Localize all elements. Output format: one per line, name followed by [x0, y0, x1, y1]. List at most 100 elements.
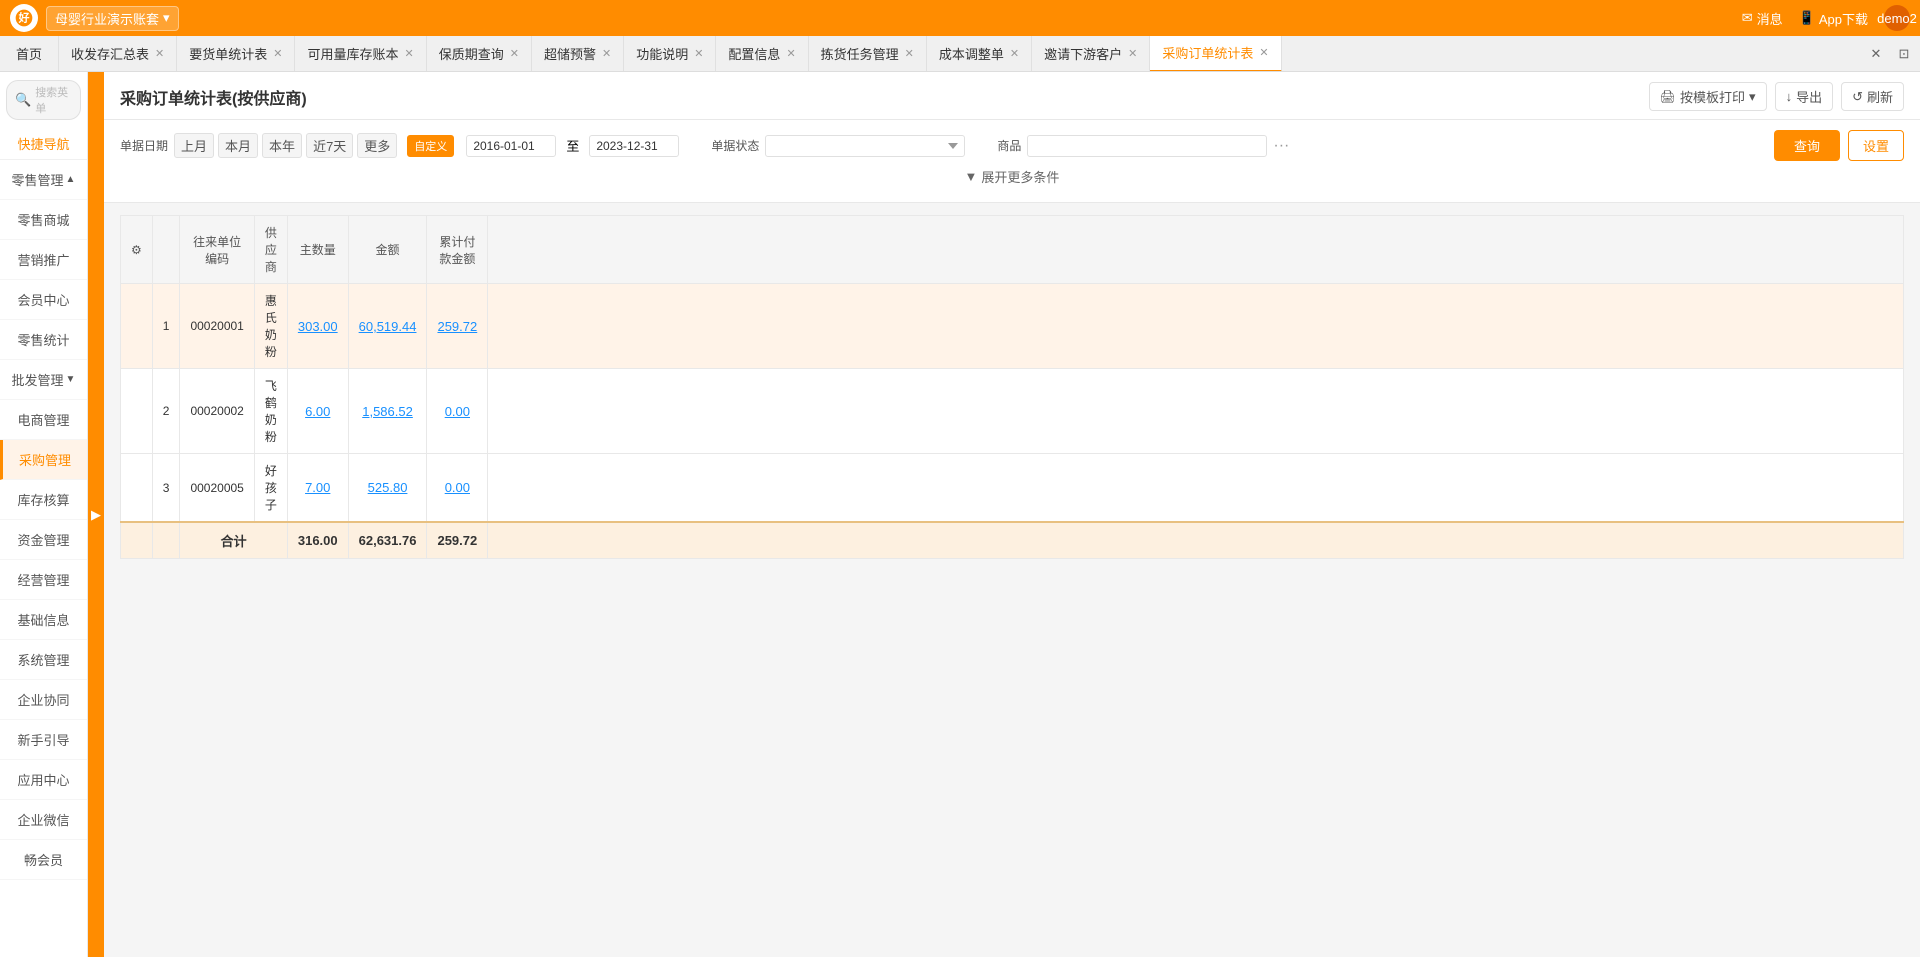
sidebar-search-area: 🔍 搜索英单	[0, 72, 87, 128]
row-paid-cell[interactable]: 0.00	[427, 369, 488, 454]
status-filter: 单据状态	[711, 135, 965, 157]
sidebar-item-wholesale-mgmt[interactable]: 批发管理 ▼	[0, 360, 87, 400]
tab-func-desc[interactable]: 功能说明 ✕	[624, 36, 716, 72]
print-icon: 🖨	[1660, 89, 1677, 105]
search-input-box[interactable]: 🔍 搜索英单	[6, 80, 81, 120]
shortcut-more[interactable]: 更多	[357, 133, 397, 158]
row-settings-cell	[121, 454, 153, 523]
close-tab-expiry-query[interactable]: ✕	[510, 47, 519, 60]
sidebar-item-marketing[interactable]: 营销推广	[0, 240, 87, 280]
sidebar-item-new-guide[interactable]: 新手引导	[0, 720, 87, 760]
table-header-row: ⚙ 往来单位编码 供应商 主数量 金额 累计付款金额	[121, 216, 1904, 284]
maximize-btn[interactable]: ⊡	[1892, 42, 1916, 66]
message-btn[interactable]: ✉ 消息	[1742, 9, 1783, 28]
close-tab-invite[interactable]: ✕	[1128, 47, 1137, 60]
close-tab-config-info[interactable]: ✕	[786, 47, 795, 60]
close-tab-receive-send[interactable]: ✕	[155, 47, 164, 60]
row-amount-cell[interactable]: 1,586.52	[348, 369, 427, 454]
shortcut-this-month[interactable]: 本月	[218, 133, 258, 158]
close-tab-pick-task[interactable]: ✕	[905, 47, 914, 60]
close-tab-func-desc[interactable]: ✕	[694, 47, 703, 60]
sidebar-item-finance-mgmt[interactable]: 资金管理	[0, 520, 87, 560]
row-code-cell: 00020001	[180, 284, 254, 369]
sidebar-item-stock-check[interactable]: 库存核算	[0, 480, 87, 520]
goods-more-btn[interactable]: ···	[1273, 137, 1289, 155]
app-download-btn[interactable]: 📱 App下载	[1799, 9, 1868, 28]
close-all-tabs-btn[interactable]: ✕	[1864, 42, 1888, 66]
top-bar-right: ✉ 消息 📱 App下载 demo2	[1742, 5, 1910, 31]
status-select[interactable]	[765, 135, 965, 157]
col-paid: 累计付款金额	[427, 216, 488, 284]
col-amount: 金额	[348, 216, 427, 284]
tab-cost-adjust[interactable]: 成本调整单 ✕	[927, 36, 1032, 72]
date-to-input[interactable]	[589, 135, 679, 157]
page-header: 采购订单统计表(按供应商) 🖨 按模板打印 ▾ ↓ 导出 ↺ 刷新	[104, 72, 1920, 120]
date-shortcuts: 上月 本月 本年 近7天 更多	[174, 133, 397, 158]
sidebar-item-retail-stats[interactable]: 零售统计	[0, 320, 87, 360]
row-paid-cell[interactable]: 0.00	[427, 454, 488, 523]
sidebar-item-vip[interactable]: 畅会员	[0, 840, 87, 880]
row-supplier-cell: 飞鹤奶粉	[254, 369, 287, 454]
table-row: 3 00020005 好孩子 7.00 525.80 0.00	[121, 454, 1904, 523]
top-bar: 好 母婴行业演示账套 ▾ ✉ 消息 📱 App下载 demo2	[0, 0, 1920, 36]
sidebar-item-sys-mgmt[interactable]: 系统管理	[0, 640, 87, 680]
settings-button[interactable]: 设置	[1848, 130, 1904, 161]
tab-goods-stats[interactable]: 要货单统计表 ✕	[177, 36, 295, 72]
col-qty: 主数量	[287, 216, 348, 284]
date-from-input[interactable]	[466, 135, 556, 157]
sidebar-item-ecommerce-mgmt[interactable]: 电商管理	[0, 400, 87, 440]
sidebar-item-retail-mall[interactable]: 零售商城	[0, 200, 87, 240]
tab-pick-task[interactable]: 拣货任务管理 ✕	[809, 36, 927, 72]
workspace-selector[interactable]: 母婴行业演示账套 ▾	[46, 6, 179, 31]
top-bar-left: 好 母婴行业演示账套 ▾	[10, 4, 179, 32]
tab-overstock[interactable]: 超储预警 ✕	[532, 36, 624, 72]
row-num-cell: 2	[152, 369, 180, 454]
col-settings[interactable]: ⚙	[121, 216, 153, 284]
table-row: 1 00020001 惠氏奶粉 303.00 60,519.44 259.72	[121, 284, 1904, 369]
export-button[interactable]: ↓ 导出	[1775, 82, 1834, 111]
shortcut-last-month[interactable]: 上月	[174, 133, 214, 158]
tab-invite[interactable]: 邀请下游客户 ✕	[1032, 36, 1150, 72]
footer-label-cell: 合计	[180, 522, 287, 559]
sidebar-item-base-info[interactable]: 基础信息	[0, 600, 87, 640]
row-qty-cell[interactable]: 303.00	[287, 284, 348, 369]
nav-tabs-bar: 首页 收发存汇总表 ✕ 要货单统计表 ✕ 可用量库存账本 ✕ 保质期查询 ✕ 超…	[0, 36, 1920, 72]
close-tab-overstock[interactable]: ✕	[602, 47, 611, 60]
sidebar-item-retail-mgmt[interactable]: 零售管理 ▲	[0, 160, 87, 200]
close-tab-purchase-stats[interactable]: ✕	[1259, 46, 1268, 59]
shortcut-this-year[interactable]: 本年	[262, 133, 302, 158]
close-tab-goods-stats[interactable]: ✕	[273, 47, 282, 60]
row-paid-cell[interactable]: 259.72	[427, 284, 488, 369]
quick-nav-btn[interactable]: 快捷导航	[0, 128, 87, 160]
sidebar-toggle-btn[interactable]: ▶	[88, 72, 104, 957]
footer-paid-cell: 259.72	[427, 522, 488, 559]
row-amount-cell[interactable]: 525.80	[348, 454, 427, 523]
sidebar-item-enterprise-collab[interactable]: 企业协同	[0, 680, 87, 720]
close-tab-cost-adjust[interactable]: ✕	[1010, 47, 1019, 60]
print-dropdown-icon: ▾	[1749, 89, 1756, 105]
tab-receive-send[interactable]: 收发存汇总表 ✕	[59, 36, 177, 72]
goods-input[interactable]	[1027, 135, 1267, 157]
sidebar-item-member-center[interactable]: 会员中心	[0, 280, 87, 320]
tab-config-info[interactable]: 配置信息 ✕	[716, 36, 808, 72]
close-tab-usable-stock[interactable]: ✕	[405, 47, 414, 60]
refresh-button[interactable]: ↺ 刷新	[1841, 82, 1904, 111]
expand-more-btn[interactable]: ▼ 展开更多条件	[965, 167, 1060, 186]
shortcut-7days[interactable]: 近7天	[306, 133, 353, 158]
avatar[interactable]: demo2	[1884, 5, 1910, 31]
row-qty-cell[interactable]: 7.00	[287, 454, 348, 523]
sidebar-item-app-center[interactable]: 应用中心	[0, 760, 87, 800]
row-qty-cell[interactable]: 6.00	[287, 369, 348, 454]
col-supplier: 供应商	[254, 216, 287, 284]
print-button[interactable]: 🖨 按模板打印 ▾	[1649, 82, 1767, 111]
custom-date-label[interactable]: 自定义	[407, 135, 454, 157]
tab-purchase-stats[interactable]: 采购订单统计表 ✕	[1150, 36, 1281, 72]
sidebar-item-ops-mgmt[interactable]: 经营管理	[0, 560, 87, 600]
tab-home[interactable]: 首页	[0, 36, 59, 72]
sidebar-item-purchase-mgmt[interactable]: 采购管理	[0, 440, 87, 480]
tab-expiry-query[interactable]: 保质期查询 ✕	[427, 36, 532, 72]
sidebar-item-enterprise-wechat[interactable]: 企业微信	[0, 800, 87, 840]
row-amount-cell[interactable]: 60,519.44	[348, 284, 427, 369]
query-button[interactable]: 查询	[1774, 130, 1840, 161]
tab-usable-stock[interactable]: 可用量库存账本 ✕	[295, 36, 426, 72]
